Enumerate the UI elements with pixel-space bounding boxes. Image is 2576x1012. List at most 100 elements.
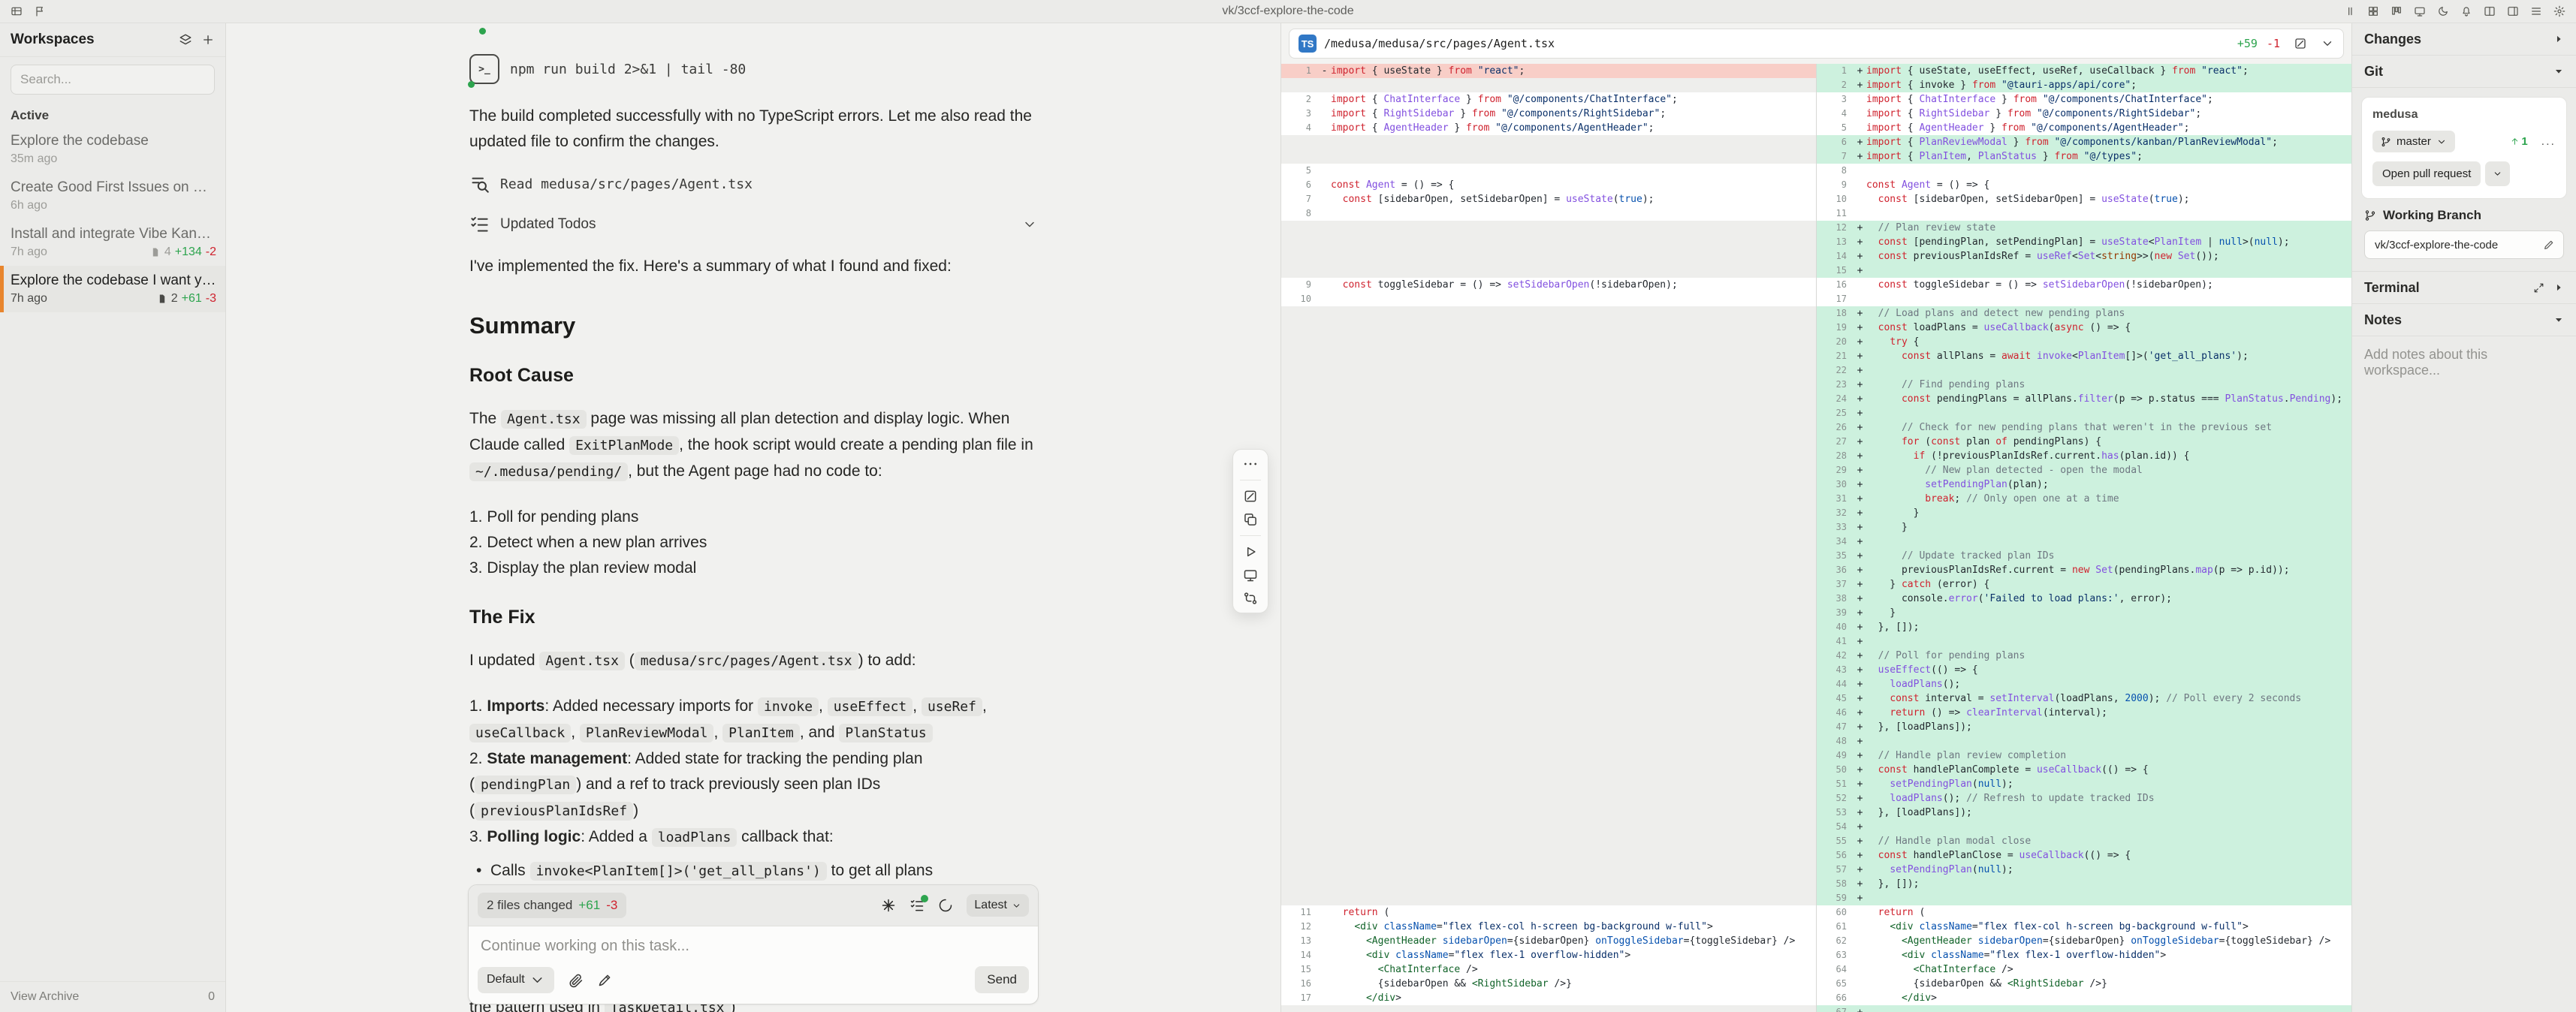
diff-marker: +: [1854, 535, 1866, 549]
composer-controls: Default Send: [469, 959, 1038, 1004]
line-number: 27: [1817, 435, 1854, 449]
diff-row: 20+ try {: [1281, 335, 2351, 349]
columns-icon[interactable]: [2484, 5, 2496, 17]
code-text: }: [1866, 520, 2351, 535]
notes-section-header[interactable]: Notes: [2352, 304, 2576, 336]
pen-icon[interactable]: [597, 972, 613, 988]
layers-icon[interactable]: [179, 33, 192, 47]
spinner-icon: [938, 898, 953, 913]
chat-scroll-area[interactable]: >_npm run build 2>&1 | tail -80The build…: [226, 23, 1280, 1012]
diff-row: 2+import { invoke } from "@tauri-apps/ap…: [1281, 78, 2351, 92]
chevron-down-icon[interactable]: [2321, 37, 2334, 50]
workspace-search[interactable]: [11, 65, 215, 95]
tool-call-label: npm run build 2>&1 | tail -80: [510, 62, 746, 77]
terminal-section-header[interactable]: Terminal: [2352, 271, 2576, 304]
split-view-icon[interactable]: [2294, 37, 2307, 50]
diff-marker: [1318, 92, 1331, 107]
line-number: 51: [1817, 777, 1854, 791]
working-branch-input[interactable]: [2373, 238, 2543, 252]
tool-call-row[interactable]: Read medusa/src/pages/Agent.tsx: [469, 174, 1037, 194]
diff-old-line: [1281, 477, 1816, 492]
settings-icon[interactable]: [2553, 5, 2565, 17]
code-text: [1866, 535, 2351, 549]
diff-old-line: 13 <AgentHeader sidebarOpen={sidebarOpen…: [1281, 934, 1816, 948]
line-number: 5: [1281, 164, 1318, 178]
git-card: medusa master 1 ... Open pull request: [2361, 97, 2567, 199]
diff-old-line: [1281, 720, 1816, 734]
diff-old-line: [1281, 606, 1816, 620]
files-changed-badge[interactable]: 2 files changed +61 -3: [478, 893, 626, 918]
kanban-icon[interactable]: [2390, 5, 2403, 17]
workspace-item[interactable]: Install and integrate Vibe Kanban Web GU…: [0, 219, 225, 266]
line-number: [1281, 634, 1318, 649]
more-options-button[interactable]: ...: [2541, 135, 2556, 149]
table-icon[interactable]: [11, 5, 23, 17]
changes-section-header[interactable]: Changes: [2352, 23, 2576, 56]
chevron-down-icon[interactable]: [1022, 217, 1037, 232]
line-number: 18: [1817, 306, 1854, 321]
diff-file-card[interactable]: TS /medusa/medusa/src/pages/Agent.tsx +5…: [1289, 29, 2344, 59]
mode-dropdown[interactable]: Default: [478, 967, 554, 993]
todos-indicator[interactable]: [909, 898, 925, 913]
drag-handle-icon[interactable]: [1243, 456, 1258, 471]
line-number: [1281, 335, 1318, 349]
diff-row: 48+: [1281, 734, 2351, 748]
workspace-meta: 35m ago: [11, 152, 216, 166]
monitor-icon[interactable]: [1243, 568, 1258, 583]
working-branch-field[interactable]: [2364, 230, 2564, 259]
bell-icon[interactable]: [2460, 5, 2472, 17]
diff-marker: +: [1854, 221, 1866, 235]
search-input[interactable]: [19, 71, 207, 88]
diff-marker: [1318, 107, 1331, 121]
plus-icon[interactable]: [201, 33, 215, 47]
ordered-list: 1. Poll for pending plans2. Detect when …: [469, 504, 1037, 581]
line-number: 13: [1817, 235, 1854, 249]
list-icon[interactable]: [2530, 5, 2542, 17]
panel-right-icon[interactable]: [2507, 5, 2519, 17]
open-pull-request-button[interactable]: Open pull request: [2372, 161, 2481, 186]
code-text: [1331, 877, 1816, 891]
diff-body[interactable]: 1-import { useState } from "react";1+imp…: [1281, 64, 2351, 1012]
git-section-header[interactable]: Git: [2352, 56, 2576, 88]
diff-marker: +: [1854, 64, 1866, 78]
send-button[interactable]: Send: [975, 966, 1029, 993]
pencil-icon[interactable]: [2543, 239, 2555, 251]
view-archive-button[interactable]: View Archive: [11, 990, 79, 1004]
split-icon[interactable]: [1243, 489, 1258, 504]
right-panel: Changes Git medusa master 1 ... Open pul…: [2351, 23, 2576, 1012]
latest-dropdown[interactable]: Latest: [967, 894, 1029, 917]
play-icon[interactable]: [1243, 544, 1258, 559]
tool-call-row[interactable]: Updated Todos: [469, 214, 1037, 234]
workspace-item[interactable]: Create Good First Issues on Github So pe…: [0, 173, 225, 219]
diff-marker: [1318, 264, 1331, 278]
copy-icon[interactable]: [1243, 512, 1258, 527]
moon-icon[interactable]: [2437, 5, 2449, 17]
pause-icon[interactable]: [2344, 5, 2356, 17]
workspace-item[interactable]: Explore the codebase I want you to explo…: [0, 266, 225, 312]
spark-icon[interactable]: [881, 898, 896, 913]
flag-icon[interactable]: [34, 5, 46, 17]
line-number: 15: [1817, 264, 1854, 278]
caret-down-icon: [2553, 315, 2564, 325]
diff-new-line: 60 return (: [1816, 905, 2351, 920]
code-text: const toggleSidebar = () => setSidebarOp…: [1866, 278, 2351, 292]
code-text: <div className="flex flex-1 overflow-hid…: [1866, 948, 2351, 962]
line-number: 4: [1817, 107, 1854, 121]
git-branch-icon: [2364, 209, 2376, 221]
line-number: 35: [1817, 549, 1854, 563]
line-number: [1281, 435, 1318, 449]
composer-input[interactable]: [479, 937, 1030, 956]
notes-placeholder[interactable]: Add notes about this workspace...: [2352, 336, 2576, 389]
paperclip-icon[interactable]: [568, 972, 584, 988]
grid-icon[interactable]: [2367, 5, 2379, 17]
pr-dropdown-button[interactable]: [2485, 161, 2510, 186]
workspace-item[interactable]: Explore the codebase35m ago: [0, 126, 225, 173]
expand-icon[interactable]: [2533, 282, 2544, 294]
tool-call-row[interactable]: >_npm run build 2>&1 | tail -80: [469, 54, 1037, 84]
compare-icon[interactable]: [1243, 591, 1258, 606]
diff-old-line: 14 <div className="flex flex-1 overflow-…: [1281, 948, 1816, 962]
monitor-icon[interactable]: [2414, 5, 2426, 17]
branch-selector[interactable]: master: [2372, 131, 2455, 152]
diff-marker: +: [1854, 806, 1866, 820]
diff-old-line: 4import { AgentHeader } from "@/componen…: [1281, 121, 1816, 135]
